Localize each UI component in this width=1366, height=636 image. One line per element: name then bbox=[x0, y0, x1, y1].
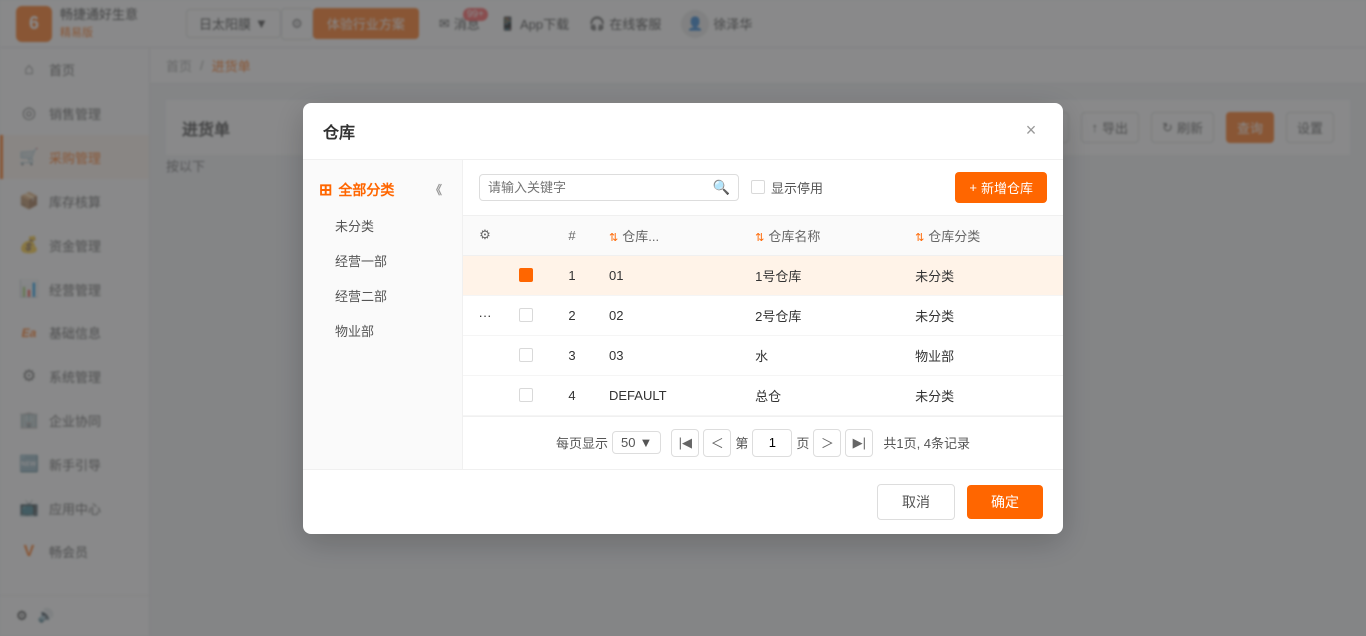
row-name-4: 总仓 bbox=[743, 375, 903, 415]
th-category: ⇅仓库分类 bbox=[903, 216, 1063, 256]
pagination: 每页显示 50 ▼ |◀ ＜ 第 bbox=[463, 416, 1063, 469]
total-info: 共1页, 4条记录 bbox=[883, 433, 970, 452]
per-page-label: 每页显示 bbox=[556, 433, 608, 452]
first-page-icon: |◀ bbox=[679, 435, 692, 451]
row-category-3: 物业部 bbox=[903, 335, 1063, 375]
prev-page-button[interactable]: ＜ bbox=[703, 429, 731, 457]
checkbox-icon[interactable] bbox=[751, 180, 765, 194]
row-num-4: 4 bbox=[547, 375, 597, 415]
row-num-3: 3 bbox=[547, 335, 597, 375]
row-name-2: 2号仓库 bbox=[743, 295, 903, 335]
modal-header: 仓库 × bbox=[303, 103, 1063, 160]
row-name-1: 1号仓库 bbox=[743, 255, 903, 295]
row-check-3[interactable] bbox=[507, 335, 547, 375]
add-label: 新增仓库 bbox=[981, 178, 1033, 197]
add-icon: + bbox=[969, 180, 977, 195]
row-check-2[interactable] bbox=[507, 295, 547, 335]
row-category-2: 未分类 bbox=[903, 295, 1063, 335]
table-header-row: ⚙ # ⇅仓库... ⇅仓库名称 ⇅仓库分类 bbox=[463, 216, 1063, 256]
table-toolbar: 🔍 显示停用 + 新增仓库 bbox=[463, 160, 1063, 216]
row-code-3: 03 bbox=[597, 335, 743, 375]
data-table: ⚙ # ⇅仓库... ⇅仓库名称 ⇅仓库分类 bbox=[463, 216, 1063, 416]
per-page-dropdown[interactable]: 50 ▼ bbox=[612, 431, 661, 454]
checkbox-unchecked[interactable] bbox=[519, 388, 533, 402]
per-page-select: 每页显示 50 ▼ bbox=[556, 431, 661, 454]
sort-icon-category: ⇅ bbox=[915, 232, 924, 244]
th-num: # bbox=[547, 216, 597, 256]
row-code-1: 01 bbox=[597, 255, 743, 295]
confirm-button[interactable]: 确定 bbox=[967, 485, 1043, 519]
row-code-2: 02 bbox=[597, 295, 743, 335]
category-sidebar: ⊞ 全部分类 《 未分类 经营一部 经营二部 物业部 bbox=[303, 160, 463, 469]
show-disabled-checkbox[interactable]: 显示停用 bbox=[751, 178, 823, 197]
grid-icon: ⊞ bbox=[319, 180, 332, 200]
page-navigation: |◀ ＜ 第 页 ＞ ▶| bbox=[671, 429, 873, 457]
row-check-1[interactable] bbox=[507, 255, 547, 295]
row-check-4[interactable] bbox=[507, 375, 547, 415]
row-num-1: 1 bbox=[547, 255, 597, 295]
table-row[interactable]: 1 01 1号仓库 未分类 bbox=[463, 255, 1063, 295]
row-category-4: 未分类 bbox=[903, 375, 1063, 415]
warehouse-table: ⚙ # ⇅仓库... ⇅仓库名称 ⇅仓库分类 bbox=[463, 216, 1063, 416]
modal-footer: 取消 确定 bbox=[303, 469, 1063, 534]
row-gear-4 bbox=[463, 375, 507, 415]
show-disabled-label: 显示停用 bbox=[771, 178, 823, 197]
row-gear-1 bbox=[463, 255, 507, 295]
row-gear-2: ··· bbox=[463, 295, 507, 335]
modal-title: 仓库 bbox=[323, 119, 355, 143]
prev-page-icon: ＜ bbox=[711, 433, 724, 452]
all-categories-label: 全部分类 bbox=[338, 180, 394, 200]
checkbox-unchecked[interactable] bbox=[519, 348, 533, 362]
all-categories-item[interactable]: ⊞ 全部分类 《 bbox=[303, 172, 462, 208]
checkbox-unchecked[interactable] bbox=[519, 308, 533, 322]
search-input[interactable] bbox=[488, 180, 707, 195]
next-page-button[interactable]: ＞ bbox=[813, 429, 841, 457]
sort-icon-name: ⇅ bbox=[755, 232, 764, 244]
last-page-button[interactable]: ▶| bbox=[845, 429, 873, 457]
category-item-ops2[interactable]: 经营二部 bbox=[303, 278, 462, 313]
dropdown-arrow: ▼ bbox=[639, 435, 652, 450]
cancel-button[interactable]: 取消 bbox=[877, 484, 955, 520]
category-item-unclassified[interactable]: 未分类 bbox=[303, 208, 462, 243]
row-category-1: 未分类 bbox=[903, 255, 1063, 295]
row-code-4: DEFAULT bbox=[597, 375, 743, 415]
page-prefix: 第 bbox=[735, 433, 748, 452]
next-page-icon: ＞ bbox=[821, 433, 834, 452]
collapse-icon[interactable]: 《 bbox=[426, 181, 446, 198]
table-row[interactable]: ··· 2 02 2号仓库 未分类 bbox=[463, 295, 1063, 335]
modal-body: ⊞ 全部分类 《 未分类 经营一部 经营二部 物业部 🔍 bbox=[303, 160, 1063, 469]
th-code: ⇅仓库... bbox=[597, 216, 743, 256]
th-gear: ⚙ bbox=[463, 216, 507, 256]
table-area: 🔍 显示停用 + 新增仓库 bbox=[463, 160, 1063, 469]
modal-close-button[interactable]: × bbox=[1019, 119, 1043, 143]
add-warehouse-button[interactable]: + 新增仓库 bbox=[955, 172, 1047, 203]
search-icon: 🔍 bbox=[713, 179, 730, 196]
sort-icon-code: ⇅ bbox=[609, 232, 618, 244]
last-page-icon: ▶| bbox=[853, 435, 866, 451]
th-check bbox=[507, 216, 547, 256]
row-gear-3 bbox=[463, 335, 507, 375]
category-item-ops1[interactable]: 经营一部 bbox=[303, 243, 462, 278]
checkbox-checked[interactable] bbox=[519, 268, 533, 282]
warehouse-modal: 仓库 × ⊞ 全部分类 《 未分类 经营一部 经营二部 物业部 bbox=[303, 103, 1063, 534]
table-row[interactable]: 3 03 水 物业部 bbox=[463, 335, 1063, 375]
per-page-value: 50 bbox=[621, 435, 635, 450]
row-num-2: 2 bbox=[547, 295, 597, 335]
modal-overlay: 仓库 × ⊞ 全部分类 《 未分类 经营一部 经营二部 物业部 bbox=[0, 0, 1366, 636]
th-name: ⇅仓库名称 bbox=[743, 216, 903, 256]
row-name-3: 水 bbox=[743, 335, 903, 375]
page-suffix: 页 bbox=[796, 433, 809, 452]
search-input-wrap[interactable]: 🔍 bbox=[479, 174, 739, 201]
first-page-button[interactable]: |◀ bbox=[671, 429, 699, 457]
category-item-property[interactable]: 物业部 bbox=[303, 313, 462, 348]
table-row[interactable]: 4 DEFAULT 总仓 未分类 bbox=[463, 375, 1063, 415]
page-number-input[interactable] bbox=[752, 429, 792, 457]
